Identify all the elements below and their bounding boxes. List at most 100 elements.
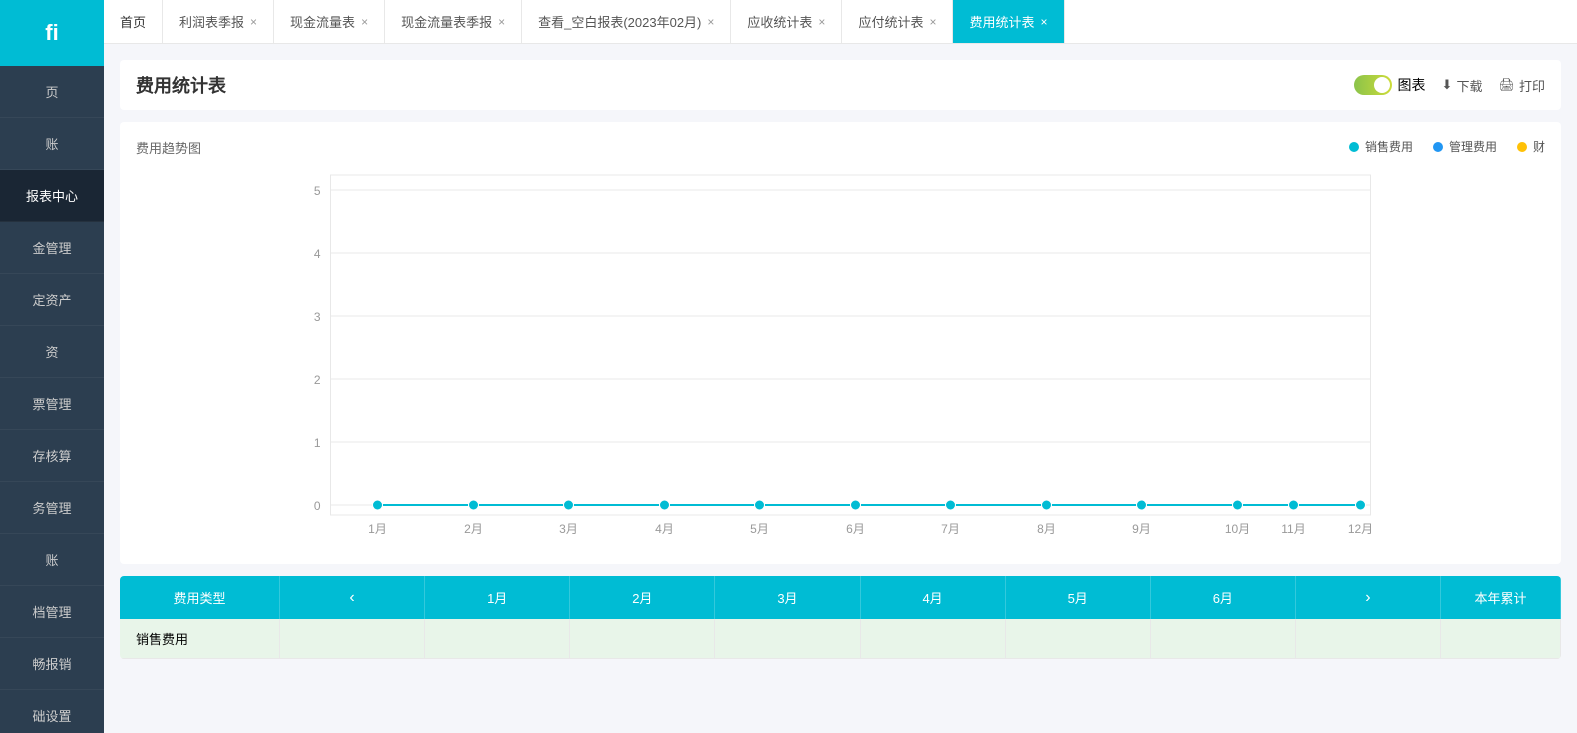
- chart-title: 费用趋势图: [136, 138, 201, 157]
- th-month-4-label: 4月: [922, 588, 942, 607]
- legend-dot-admin: [1433, 142, 1443, 152]
- sidebar-item-ledger[interactable]: 账: [0, 118, 104, 170]
- sidebar-item-fixed-assets[interactable]: 定资产: [0, 274, 104, 326]
- header-actions: 图表 ⬇ 下载 🖨 打印: [1354, 75, 1545, 95]
- tab-profit-quarterly-close[interactable]: ×: [250, 15, 257, 29]
- download-label: 下载: [1456, 76, 1482, 95]
- td-type-sales-label: 销售费用: [136, 629, 188, 648]
- next-month-icon[interactable]: ›: [1365, 589, 1370, 607]
- tab-home[interactable]: 首页: [104, 0, 163, 44]
- sidebar-item-investment[interactable]: 资: [0, 326, 104, 378]
- th-type: 费用类型: [120, 576, 280, 619]
- th-month-5: 5月: [1006, 576, 1151, 619]
- table-header-row: 费用类型 ‹ 1月 2月 3月 4月 5月: [120, 576, 1561, 619]
- svg-text:12月: 12月: [1348, 522, 1373, 536]
- th-month-2: 2月: [570, 576, 715, 619]
- tab-home-label: 首页: [120, 12, 146, 31]
- sidebar-item-inventory[interactable]: 存核算: [0, 430, 104, 482]
- chart-legend: 销售费用 管理费用 财: [1349, 138, 1545, 155]
- svg-text:6月: 6月: [846, 522, 865, 536]
- chart-toggle-wrap: 图表: [1354, 75, 1426, 95]
- td-sales-next: [1296, 619, 1441, 658]
- chart-svg-container: 5 4 3 2 1 0 1月 2月: [136, 165, 1545, 548]
- th-month-2-label: 2月: [632, 588, 652, 607]
- chart-toggle[interactable]: [1354, 75, 1392, 95]
- svg-text:3: 3: [314, 310, 321, 324]
- th-nav-next[interactable]: ›: [1296, 576, 1441, 619]
- td-sales-m5: [1006, 619, 1151, 658]
- th-month-5-label: 5月: [1068, 588, 1088, 607]
- prev-month-icon[interactable]: ‹: [349, 589, 354, 607]
- expense-table: 费用类型 ‹ 1月 2月 3月 4月 5月: [120, 576, 1561, 659]
- tab-expense-stats-label: 费用统计表: [969, 12, 1034, 31]
- td-sales-m2: [570, 619, 715, 658]
- tab-blank-report-close[interactable]: ×: [707, 15, 714, 29]
- page-content: 费用统计表 图表 ⬇ 下载 🖨 打印 费用趋势图: [104, 44, 1577, 733]
- tab-expense-stats-close[interactable]: ×: [1040, 15, 1047, 29]
- tab-payable-stats-close[interactable]: ×: [929, 15, 936, 29]
- tab-blank-report[interactable]: 查看_空白报表(2023年02月) ×: [522, 0, 731, 44]
- table-row-sales-expense: 销售费用: [120, 619, 1561, 659]
- svg-text:0: 0: [314, 499, 321, 513]
- td-sales-m4: [861, 619, 1006, 658]
- chart-svg: 5 4 3 2 1 0 1月 2月: [136, 165, 1545, 545]
- legend-admin-expense: 管理费用: [1433, 138, 1497, 155]
- tab-cash-flow-close[interactable]: ×: [361, 15, 368, 29]
- th-month-6-label: 6月: [1213, 588, 1233, 607]
- legend-dot-finance: [1517, 142, 1527, 152]
- sidebar-item-payable[interactable]: 账: [0, 534, 104, 586]
- tab-receivable-stats-close[interactable]: ×: [818, 15, 825, 29]
- svg-text:10月: 10月: [1225, 522, 1250, 536]
- legend-sales-expense: 销售费用: [1349, 138, 1413, 155]
- th-month-3-label: 3月: [777, 588, 797, 607]
- tab-cash-flow-quarterly[interactable]: 现金流量表季报 ×: [385, 0, 522, 44]
- legend-dot-sales: [1349, 142, 1359, 152]
- tab-cash-flow-label: 现金流量表: [290, 12, 355, 31]
- th-month-1: 1月: [425, 576, 570, 619]
- sidebar-item-archive-mgmt[interactable]: 档管理: [0, 586, 104, 638]
- svg-text:1: 1: [314, 436, 321, 450]
- td-type-sales: 销售费用: [120, 619, 280, 658]
- svg-text:8月: 8月: [1037, 522, 1056, 536]
- sidebar-item-basic-settings[interactable]: 础设置: [0, 690, 104, 733]
- svg-text:4: 4: [314, 247, 321, 261]
- svg-text:4月: 4月: [655, 522, 674, 536]
- main-area: 首页 利润表季报 × 现金流量表 × 现金流量表季报 × 查看_空白报表(202…: [104, 0, 1577, 733]
- sidebar-logo: fi: [0, 0, 104, 66]
- print-icon: 🖨: [1498, 77, 1515, 93]
- th-month-3: 3月: [715, 576, 860, 619]
- svg-text:11月: 11月: [1281, 522, 1305, 536]
- sidebar-item-home[interactable]: 页: [0, 66, 104, 118]
- th-month-6: 6月: [1151, 576, 1296, 619]
- print-label: 打印: [1519, 76, 1545, 95]
- download-button[interactable]: ⬇ 下载: [1442, 76, 1483, 95]
- sidebar-item-ticket-mgmt[interactable]: 票管理: [0, 378, 104, 430]
- td-sales-m6: [1151, 619, 1296, 658]
- th-total: 本年累计: [1441, 576, 1561, 619]
- tab-profit-quarterly[interactable]: 利润表季报 ×: [163, 0, 274, 44]
- print-button[interactable]: 🖨 打印: [1498, 76, 1545, 95]
- sidebar-item-report-center[interactable]: 报表中心: [0, 170, 104, 222]
- th-month-1-label: 1月: [487, 588, 507, 607]
- tab-cash-flow-quarterly-close[interactable]: ×: [498, 15, 505, 29]
- td-sales-prev: [280, 619, 425, 658]
- sidebar-item-fund-mgmt[interactable]: 金管理: [0, 222, 104, 274]
- tab-cash-flow[interactable]: 现金流量表 ×: [274, 0, 385, 44]
- page-title: 费用统计表: [136, 72, 226, 98]
- chart-card: 费用趋势图 销售费用 管理费用 财: [120, 122, 1561, 564]
- tab-blank-report-label: 查看_空白报表(2023年02月): [538, 12, 701, 31]
- tab-receivable-stats[interactable]: 应收统计表 ×: [731, 0, 842, 44]
- download-icon: ⬇: [1442, 77, 1453, 93]
- th-nav-prev[interactable]: ‹: [280, 576, 425, 619]
- th-type-label: 费用类型: [173, 588, 225, 607]
- svg-text:5月: 5月: [750, 522, 769, 536]
- tab-expense-stats[interactable]: 费用统计表 ×: [953, 0, 1064, 44]
- th-month-4: 4月: [861, 576, 1006, 619]
- tab-payable-stats[interactable]: 应付统计表 ×: [842, 0, 953, 44]
- legend-label-admin: 管理费用: [1449, 138, 1497, 155]
- sidebar-item-service-mgmt[interactable]: 务管理: [0, 482, 104, 534]
- tab-payable-stats-label: 应付统计表: [858, 12, 923, 31]
- sidebar-item-expense-report[interactable]: 畅报销: [0, 638, 104, 690]
- tab-cash-flow-quarterly-label: 现金流量表季报: [401, 12, 492, 31]
- svg-text:2月: 2月: [464, 522, 483, 536]
